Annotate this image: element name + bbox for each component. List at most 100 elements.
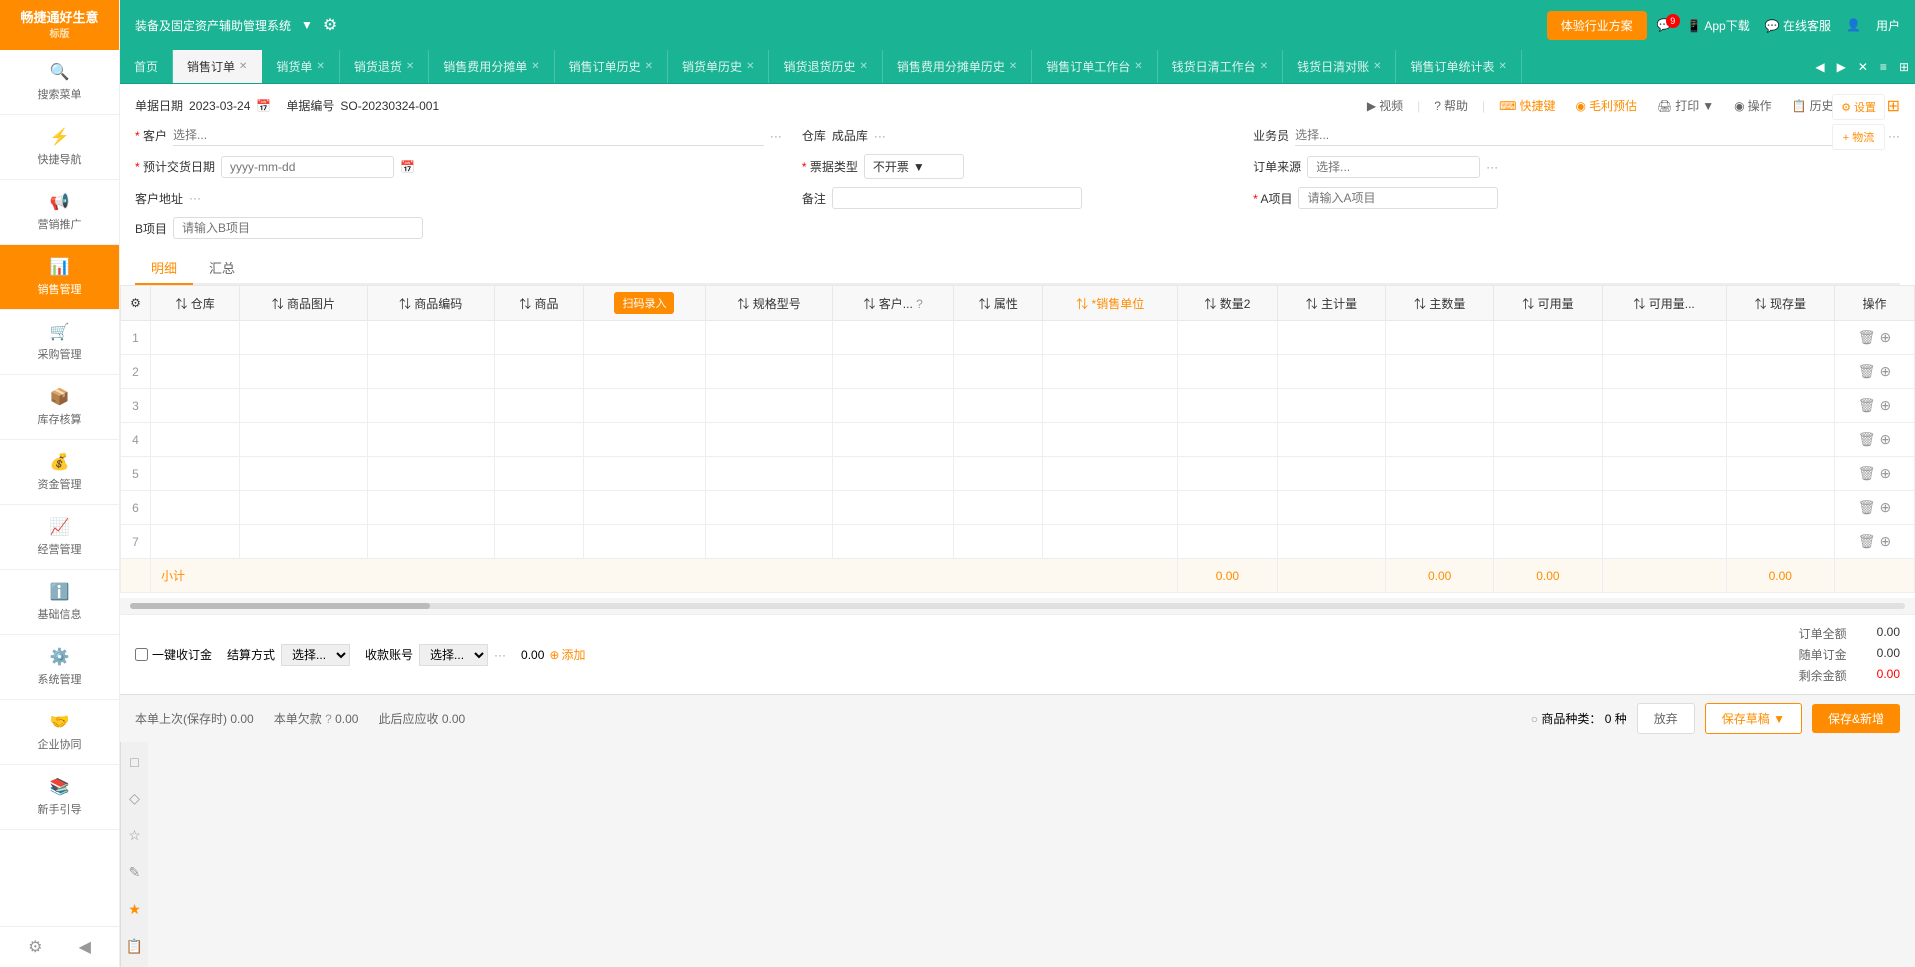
scrollbar-track[interactable] [130, 603, 1905, 609]
settings-btn[interactable]: ⚙ 设置 [1832, 94, 1885, 120]
one-click-checkbox[interactable] [135, 648, 148, 661]
col-main-qty[interactable]: ⇅ 主数量 [1386, 286, 1494, 321]
copy-icon[interactable]: ⊕ [1879, 329, 1891, 346]
online-support-link[interactable]: 💬 在线客服 [1765, 17, 1831, 34]
tab-expense-history[interactable]: 销售费用分摊单历史 ✕ [883, 50, 1032, 83]
add-logistics-btn[interactable]: + 物流 [1832, 124, 1885, 150]
staff-input[interactable] [1295, 125, 1882, 146]
order-source-more-icon[interactable]: ··· [1486, 160, 1498, 174]
order-source-input[interactable] [1307, 156, 1480, 178]
sidebar-item-inventory[interactable]: 📦 库存核算 [0, 375, 119, 440]
sidebar-item-quick[interactable]: ⚡ 快捷导航 [0, 115, 119, 180]
tab-close-icon[interactable]: ✕ [316, 61, 324, 72]
row-2-customer[interactable] [833, 355, 954, 389]
right-panel-icon-5[interactable]: ★ [124, 897, 145, 922]
row-1-avail[interactable] [1494, 321, 1602, 355]
row-1-main-unit[interactable] [1277, 321, 1385, 355]
sidebar-item-sales[interactable]: 📊 销售管理 [0, 245, 119, 310]
tab-workbench[interactable]: 销售订单工作台 ✕ [1032, 50, 1157, 83]
collapse-icon[interactable]: ◀ [79, 937, 91, 957]
tab-stats[interactable]: 销售订单统计表 ✕ [1396, 50, 1521, 83]
staff-more-icon[interactable]: ··· [1888, 129, 1900, 143]
tab-close-icon[interactable]: ✕ [1134, 61, 1142, 72]
message-icon[interactable]: 💬9 [1657, 18, 1672, 32]
col-code[interactable]: ⇅ 商品编码 [367, 286, 494, 321]
col-avail2[interactable]: ⇅ 可用量... [1602, 286, 1726, 321]
sidebar-item-purchase[interactable]: 🛒 采购管理 [0, 310, 119, 375]
row-2-avail2[interactable] [1602, 355, 1726, 389]
warehouse-more-icon[interactable]: ··· [874, 129, 886, 143]
industry-solution-button[interactable]: 体验行业方案 [1547, 11, 1647, 40]
help-btn[interactable]: ? 帮助 [1428, 94, 1474, 117]
copy-icon[interactable]: ⊕ [1879, 363, 1891, 380]
right-panel-icon-6[interactable]: 📋 [122, 934, 147, 959]
save-draft-button[interactable]: 保存草稿 ▼ [1705, 703, 1802, 734]
copy-icon[interactable]: ⊕ [1879, 431, 1891, 448]
tab-daily-work[interactable]: 钱货日清工作台 ✕ [1158, 50, 1283, 83]
delivery-calendar-icon[interactable]: 📅 [400, 160, 415, 174]
nav-prev-icon[interactable]: ◀ [1809, 52, 1830, 82]
copy-icon[interactable]: ⊕ [1879, 499, 1891, 516]
row-1-attr[interactable] [954, 321, 1043, 355]
remark-input[interactable] [832, 187, 1082, 209]
nav-close-icon[interactable]: ✕ [1852, 52, 1874, 82]
row-2-spec[interactable] [705, 355, 832, 389]
tab-close-icon[interactable]: ✕ [859, 61, 867, 72]
tab-sales-expense[interactable]: 销售费用分摊单 ✕ [429, 50, 554, 83]
nav-expand-icon[interactable]: ⊞ [1893, 52, 1915, 82]
row-1-code[interactable] [367, 321, 494, 355]
row-2-image[interactable] [240, 355, 367, 389]
operate-btn[interactable]: ◉ 操作 [1728, 94, 1778, 117]
customer-more-icon[interactable]: ··· [770, 129, 782, 143]
table-wrapper[interactable]: ⚙ ⇅ 仓库 ⇅ 商品图片 ⇅ 商品编码 ⇅ 商品 扫码录入 ⇅ 规格型号 ⇅ … [120, 285, 1915, 598]
nav-next-icon[interactable]: ▶ [1831, 52, 1852, 82]
row-2-main-qty[interactable] [1386, 355, 1494, 389]
row-2-code[interactable] [367, 355, 494, 389]
credit-info-icon[interactable]: ? [325, 712, 332, 726]
col-warehouse[interactable]: ⇅ 仓库 [151, 286, 240, 321]
col-qty2[interactable]: ⇅ 数量2 [1178, 286, 1278, 321]
account-select[interactable]: 选择... [419, 644, 488, 666]
right-panel-icon-1[interactable]: □ [126, 750, 142, 774]
copy-icon[interactable]: ⊕ [1879, 465, 1891, 482]
tab-sales-invoice[interactable]: 销货单 ✕ [262, 50, 339, 83]
sidebar-item-enterprise[interactable]: 🤝 企业协同 [0, 700, 119, 765]
col-attr[interactable]: ⇅ 属性 [954, 286, 1043, 321]
sidebar-item-operation[interactable]: 📈 经营管理 [0, 505, 119, 570]
row-1-image[interactable] [240, 321, 367, 355]
scan-button[interactable]: 扫码录入 [614, 292, 674, 314]
delete-icon[interactable]: 🗑 [1858, 329, 1876, 346]
payment-select[interactable]: 选择... [281, 644, 350, 666]
col-product[interactable]: ⇅ 商品 [494, 286, 583, 321]
col-settings[interactable]: ⚙ [121, 286, 151, 321]
settings-bottom-icon[interactable]: ⚙ [28, 937, 42, 957]
sidebar-item-finance[interactable]: 💰 资金管理 [0, 440, 119, 505]
row-1-warehouse[interactable] [151, 321, 240, 355]
row-2-attr[interactable] [954, 355, 1043, 389]
tab-close-icon[interactable]: ✕ [1499, 61, 1507, 72]
horizontal-scrollbar[interactable] [120, 598, 1915, 614]
tab-reconcile[interactable]: 钱货日清对账 ✕ [1283, 50, 1396, 83]
calendar-icon[interactable]: 📅 [256, 99, 271, 113]
tab-close-icon[interactable]: ✕ [239, 61, 247, 72]
col-unit[interactable]: ⇅ *销售单位 [1043, 286, 1178, 321]
tab-close-icon[interactable]: ✕ [645, 61, 653, 72]
tab-close-icon[interactable]: ✕ [406, 61, 414, 72]
tab-close-icon[interactable]: ✕ [746, 61, 754, 72]
copy-icon[interactable]: ⊕ [1879, 533, 1891, 550]
col-image[interactable]: ⇅ 商品图片 [240, 286, 367, 321]
delete-icon[interactable]: 🗑 [1858, 533, 1876, 550]
tab-return-history[interactable]: 销货退货历史 ✕ [769, 50, 882, 83]
row-1-customer[interactable] [833, 321, 954, 355]
nav-menu-icon[interactable]: ≡ [1874, 52, 1893, 82]
scrollbar-thumb[interactable] [130, 603, 430, 609]
row-1-unit[interactable] [1043, 321, 1178, 355]
col-spec[interactable]: ⇅ 规格型号 [705, 286, 832, 321]
b-project-input[interactable] [173, 217, 423, 239]
info-icon[interactable]: ? [916, 297, 923, 311]
sidebar-item-search[interactable]: 🔍 搜索菜单 [0, 50, 119, 115]
nav-grid-icon[interactable]: ⊞ [1887, 96, 1900, 116]
delete-icon[interactable]: 🗑 [1858, 499, 1876, 516]
tab-sales-order[interactable]: 销售订单 ✕ [173, 50, 262, 83]
sidebar-item-marketing[interactable]: 📢 营销推广 [0, 180, 119, 245]
